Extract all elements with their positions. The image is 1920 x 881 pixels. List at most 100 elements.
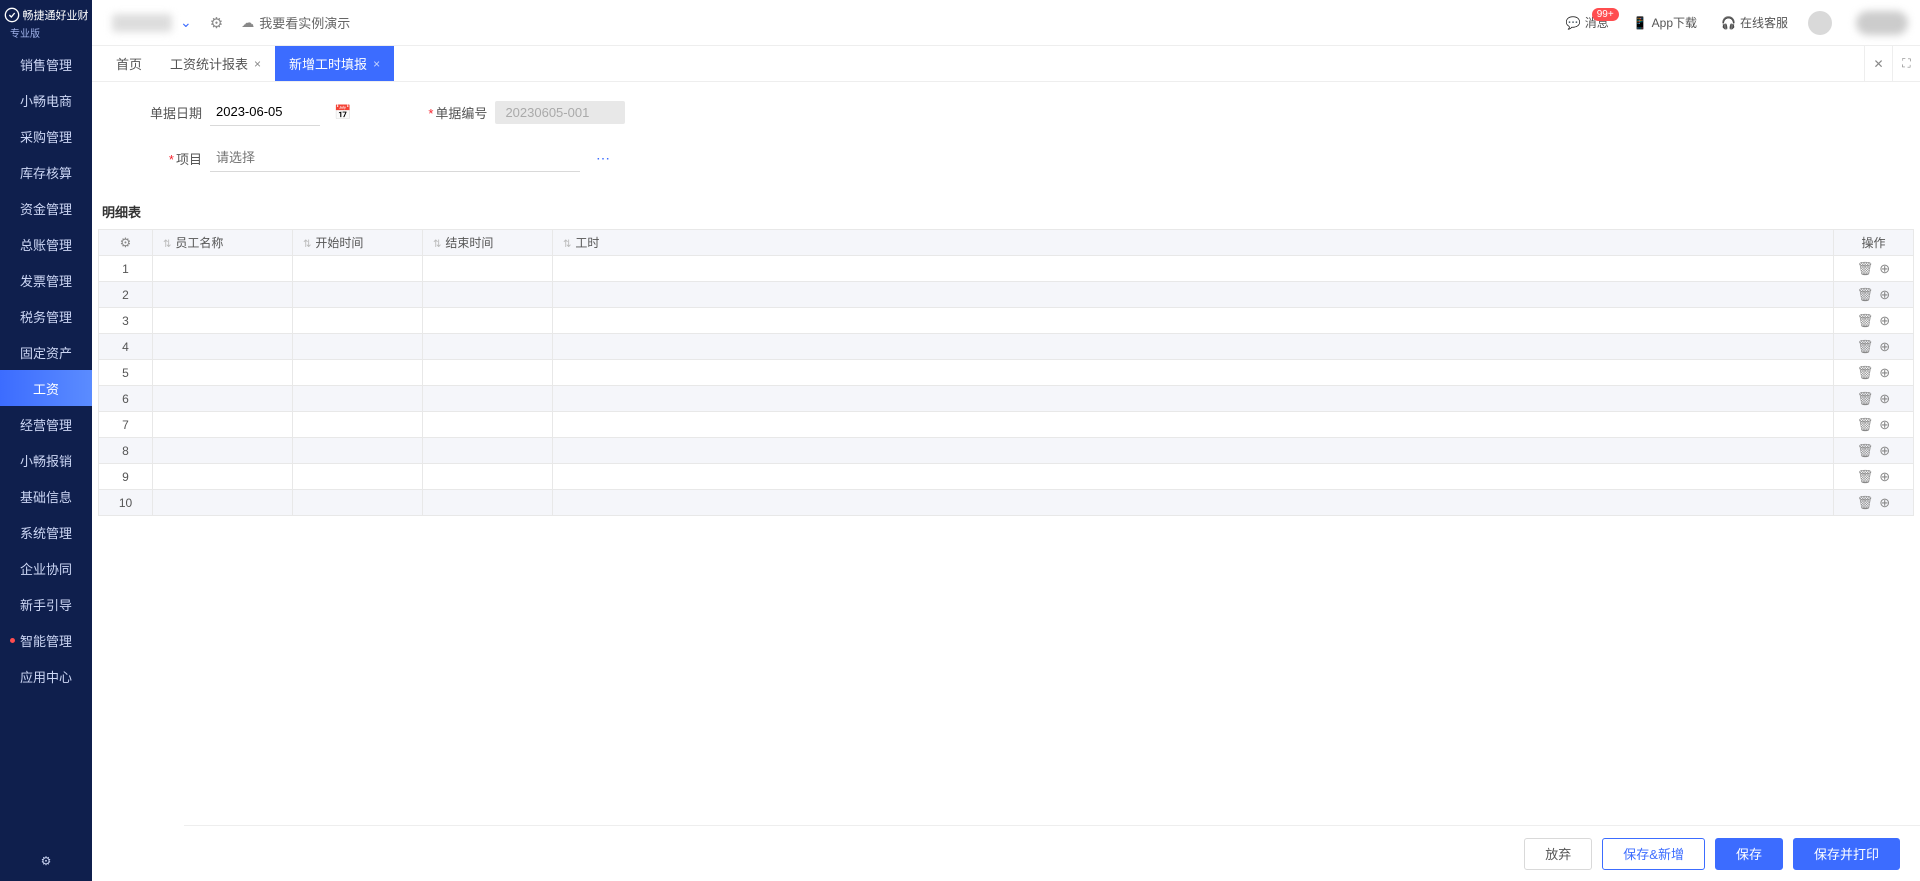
table-row[interactable]: 2🗑⊕ [99,282,1914,308]
table-row[interactable]: 7🗑⊕ [99,412,1914,438]
messages-button[interactable]: 💬 消息 99+ [1566,14,1609,31]
cell[interactable] [293,438,423,464]
delete-row-icon[interactable]: 🗑 [1857,469,1874,484]
add-row-icon[interactable]: ⊕ [1879,417,1890,432]
table-row[interactable]: 3🗑⊕ [99,308,1914,334]
delete-row-icon[interactable]: 🗑 [1857,417,1874,432]
add-row-icon[interactable]: ⊕ [1879,287,1890,302]
sidebar-item-7[interactable]: 税务管理 [0,298,92,334]
sidebar-item-0[interactable]: 销售管理 [0,46,92,82]
sidebar-item-5[interactable]: 总账管理 [0,226,92,262]
save-and-new-button[interactable]: 保存&新增 [1602,838,1705,870]
table-row[interactable]: 1🗑⊕ [99,256,1914,282]
cell[interactable] [553,490,1834,516]
cell[interactable] [293,308,423,334]
sidebar-item-3[interactable]: 库存核算 [0,154,92,190]
cell[interactable] [423,490,553,516]
cell[interactable] [423,360,553,386]
delete-row-icon[interactable]: 🗑 [1857,443,1874,458]
cell[interactable] [423,386,553,412]
cell[interactable] [153,438,293,464]
cell[interactable] [553,464,1834,490]
cell[interactable] [153,282,293,308]
delete-row-icon[interactable]: 🗑 [1857,495,1874,510]
sidebar-item-16[interactable]: 智能管理 [0,622,92,658]
sidebar-item-15[interactable]: 新手引导 [0,586,92,622]
calendar-icon[interactable]: 📅 [334,104,351,121]
user-avatar[interactable] [1808,11,1832,35]
table-row[interactable]: 8🗑⊕ [99,438,1914,464]
tab-2[interactable]: 新增工时填报× [275,46,394,81]
cell[interactable] [293,490,423,516]
cell[interactable] [553,360,1834,386]
cell[interactable] [153,308,293,334]
project-more-icon[interactable]: ⋯ [596,150,612,167]
add-row-icon[interactable]: ⊕ [1879,365,1890,380]
cell[interactable] [293,282,423,308]
cell[interactable] [553,282,1834,308]
sidebar-item-1[interactable]: 小畅电商 [0,82,92,118]
project-input[interactable] [210,144,580,172]
demo-link[interactable]: ☁ 我要看实例演示 [241,13,350,32]
cell[interactable] [153,334,293,360]
sidebar-item-6[interactable]: 发票管理 [0,262,92,298]
cell[interactable] [423,256,553,282]
table-row[interactable]: 10🗑⊕ [99,490,1914,516]
delete-row-icon[interactable]: 🗑 [1857,313,1874,328]
cell[interactable] [153,464,293,490]
add-row-icon[interactable]: ⊕ [1879,261,1890,276]
delete-row-icon[interactable]: 🗑 [1857,287,1874,302]
delete-row-icon[interactable]: 🗑 [1857,365,1874,380]
sidebar-item-8[interactable]: 固定资产 [0,334,92,370]
tab-1[interactable]: 工资统计报表× [156,46,275,81]
sidebar-item-2[interactable]: 采购管理 [0,118,92,154]
cell[interactable] [293,360,423,386]
col-end-time[interactable]: ⇅结束时间 [423,230,553,256]
date-input[interactable] [210,98,320,126]
cell[interactable] [423,438,553,464]
sidebar-item-17[interactable]: 应用中心 [0,658,92,694]
sidebar-item-12[interactable]: 基础信息 [0,478,92,514]
sidebar-settings[interactable]: ⚙ [0,841,92,881]
add-row-icon[interactable]: ⊕ [1879,495,1890,510]
cell[interactable] [423,308,553,334]
add-row-icon[interactable]: ⊕ [1879,313,1890,328]
col-hours[interactable]: ⇅工时 [553,230,1834,256]
add-row-icon[interactable]: ⊕ [1879,469,1890,484]
cell[interactable] [423,464,553,490]
sidebar-item-14[interactable]: 企业协同 [0,550,92,586]
table-row[interactable]: 9🗑⊕ [99,464,1914,490]
cell[interactable] [153,490,293,516]
save-button[interactable]: 保存 [1715,838,1783,870]
delete-row-icon[interactable]: 🗑 [1857,339,1874,354]
topbar-settings-icon[interactable]: ⚙ [210,14,223,32]
cell[interactable] [553,438,1834,464]
sidebar-item-13[interactable]: 系统管理 [0,514,92,550]
cell[interactable] [293,334,423,360]
table-row[interactable]: 6🗑⊕ [99,386,1914,412]
tab-0[interactable]: 首页 [102,46,156,81]
cell[interactable] [153,386,293,412]
company-selector[interactable]: ⌄ [104,10,200,36]
cell[interactable] [153,256,293,282]
save-and-print-button[interactable]: 保存并打印 [1793,838,1900,870]
cell[interactable] [553,386,1834,412]
cell[interactable] [553,412,1834,438]
close-icon[interactable]: × [373,57,380,71]
online-service-button[interactable]: 🎧 在线客服 [1721,14,1788,31]
table-row[interactable]: 5🗑⊕ [99,360,1914,386]
sidebar-item-9[interactable]: 工资 [0,370,92,406]
cell[interactable] [423,334,553,360]
app-download-button[interactable]: 📱 App下载 [1633,14,1697,31]
sidebar-item-10[interactable]: 经营管理 [0,406,92,442]
sidebar-item-4[interactable]: 资金管理 [0,190,92,226]
cell[interactable] [423,412,553,438]
col-start-time[interactable]: ⇅开始时间 [293,230,423,256]
add-row-icon[interactable]: ⊕ [1879,443,1890,458]
cell[interactable] [553,308,1834,334]
add-row-icon[interactable]: ⊕ [1879,339,1890,354]
add-row-icon[interactable]: ⊕ [1879,391,1890,406]
cell[interactable] [293,412,423,438]
cell[interactable] [293,464,423,490]
delete-row-icon[interactable]: 🗑 [1857,391,1874,406]
